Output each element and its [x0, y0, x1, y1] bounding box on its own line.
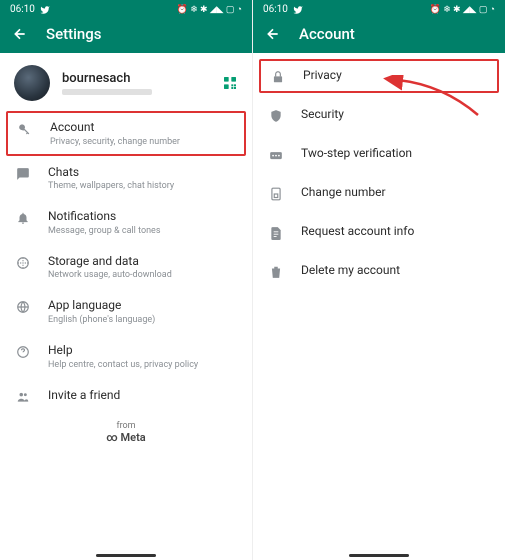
item-sub: English (phone's language): [48, 315, 238, 325]
avatar: [14, 65, 50, 101]
item-title: Storage and data: [48, 254, 238, 270]
invite-icon: [14, 388, 32, 404]
profile-row[interactable]: bournesach: [0, 53, 252, 111]
item-language[interactable]: App language English (phone's language): [0, 289, 252, 334]
item-title: Help: [48, 343, 238, 359]
item-privacy[interactable]: Privacy: [269, 68, 489, 84]
item-title: Request account info: [301, 224, 491, 240]
globe-icon: [14, 298, 32, 314]
item-account[interactable]: Account Privacy, security, change number: [16, 120, 236, 147]
item-request-info[interactable]: Request account info: [253, 210, 505, 249]
header-title: Settings: [46, 25, 102, 43]
item-sub: Theme, wallpapers, chat history: [48, 181, 238, 191]
back-icon[interactable]: [12, 26, 28, 42]
nav-bar: [253, 544, 505, 560]
doc-icon: [267, 224, 285, 240]
item-twostep[interactable]: Two-step verification: [253, 132, 505, 171]
item-title: Change number: [301, 185, 491, 201]
status-bar: 06:10 ⏰ ❄ ✱ ◢◣ ▢ ◔: [0, 0, 252, 17]
qr-icon[interactable]: [222, 75, 238, 91]
item-sub: Message, group & call tones: [48, 226, 238, 236]
item-security[interactable]: Security: [253, 93, 505, 132]
item-title: Account: [50, 120, 236, 136]
meta-logo: ∞ Meta: [0, 431, 252, 444]
account-list: Privacy Security Two-step verification: [253, 53, 505, 288]
twitter-icon: [40, 5, 50, 15]
item-notifications[interactable]: Notifications Message, group & call tone…: [0, 200, 252, 245]
item-title: Notifications: [48, 209, 238, 225]
item-title: Privacy: [303, 68, 489, 84]
item-sub: Network usage, auto-download: [48, 270, 238, 280]
sim-icon: [267, 185, 285, 201]
profile-name: bournesach: [62, 71, 210, 86]
status-icons: ⏰ ❄ ✱ ◢◣ ▢ ◔: [430, 4, 495, 15]
status-bar: 06:10 ⏰ ❄ ✱ ◢◣ ▢ ◔: [253, 0, 505, 17]
status-time: 06:10: [263, 4, 288, 15]
screenshot-account: 06:10 ⏰ ❄ ✱ ◢◣ ▢ ◔ Account Priva: [253, 0, 505, 560]
item-chats[interactable]: Chats Theme, wallpapers, chat history: [0, 156, 252, 201]
twitter-icon: [293, 5, 303, 15]
item-title: Chats: [48, 165, 238, 181]
data-icon: [14, 254, 32, 270]
app-header: Account: [253, 17, 505, 53]
settings-list: Account Privacy, security, change number…: [0, 111, 252, 413]
app-header: Settings: [0, 17, 252, 53]
status-time: 06:10: [10, 4, 35, 15]
help-icon: [14, 343, 32, 359]
item-title: Delete my account: [301, 263, 491, 279]
footer: from ∞ Meta: [0, 413, 252, 452]
item-invite[interactable]: Invite a friend: [0, 379, 252, 413]
footer-from: from: [0, 421, 252, 431]
shield-icon: [267, 107, 285, 123]
lock-icon: [269, 68, 287, 84]
profile-status-placeholder: [62, 89, 152, 95]
screenshot-settings: 06:10 ⏰ ❄ ✱ ◢◣ ▢ ◔ Settings bournesach: [0, 0, 253, 560]
item-title: Invite a friend: [48, 388, 238, 404]
item-help[interactable]: Help Help centre, contact us, privacy po…: [0, 334, 252, 379]
highlight-account: Account Privacy, security, change number: [6, 111, 246, 156]
item-title: App language: [48, 298, 238, 314]
twostep-icon: [267, 147, 285, 161]
key-icon: [16, 120, 34, 136]
item-sub: Help centre, contact us, privacy policy: [48, 360, 238, 370]
highlight-privacy: Privacy: [259, 59, 499, 93]
status-icons: ⏰ ❄ ✱ ◢◣ ▢ ◔: [177, 4, 242, 15]
item-delete-account[interactable]: Delete my account: [253, 249, 505, 288]
header-title: Account: [299, 25, 355, 43]
back-icon[interactable]: [265, 26, 281, 42]
item-title: Two-step verification: [301, 146, 491, 162]
nav-bar: [0, 544, 252, 560]
trash-icon: [267, 263, 285, 279]
chat-icon: [14, 165, 32, 181]
item-storage[interactable]: Storage and data Network usage, auto-dow…: [0, 245, 252, 290]
bell-icon: [14, 209, 32, 225]
item-title: Security: [301, 107, 491, 123]
item-change-number[interactable]: Change number: [253, 171, 505, 210]
item-sub: Privacy, security, change number: [50, 137, 236, 147]
